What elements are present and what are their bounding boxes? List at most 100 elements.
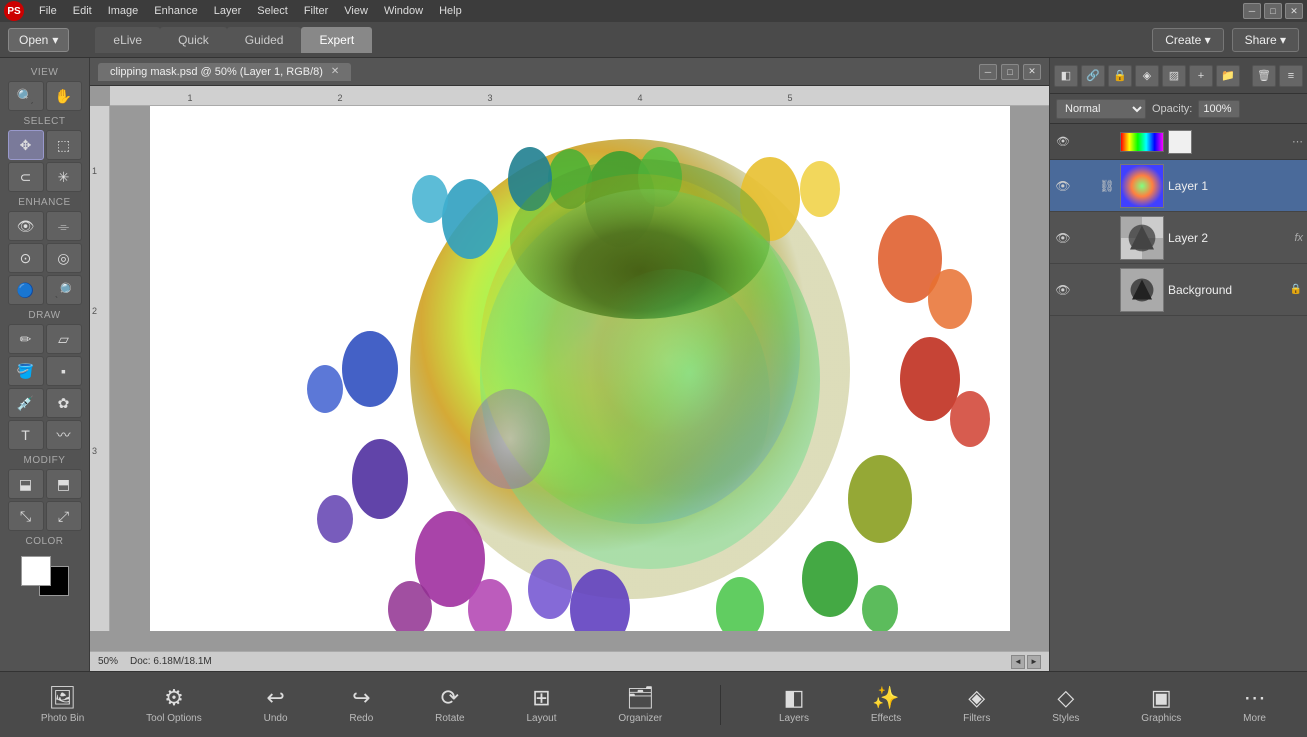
photo-bin-button[interactable]: 🖼 Photo Bin <box>33 681 92 728</box>
styles-button[interactable]: ◇ Styles <box>1044 681 1087 728</box>
draw-tools-row1: ✏ ▱ <box>4 324 85 354</box>
text-tool[interactable]: T <box>8 420 44 450</box>
canvas-viewport[interactable] <box>110 106 1049 631</box>
healing-tool[interactable]: ⌯ <box>46 211 82 241</box>
menu-edit[interactable]: Edit <box>66 3 99 19</box>
maximize-button[interactable]: □ <box>1264 3 1282 19</box>
straighten-tool[interactable]: ⤢ <box>46 501 82 531</box>
more-button[interactable]: ⋯ More <box>1235 681 1274 728</box>
menu-window[interactable]: Window <box>377 3 430 19</box>
color-band-thumbnail <box>1120 132 1164 152</box>
custom-shape-tool[interactable]: ✿ <box>46 388 82 418</box>
layout-button[interactable]: ⊞ Layout <box>518 681 564 728</box>
menu-view[interactable]: View <box>337 3 375 19</box>
tab-guided[interactable]: Guided <box>227 27 302 53</box>
eraser-tool[interactable]: ▱ <box>46 324 82 354</box>
minimize-button[interactable]: ─ <box>1243 3 1261 19</box>
add-mask-button[interactable]: ▨ <box>1162 65 1186 87</box>
tool-options-button[interactable]: ⚙ Tool Options <box>138 681 210 728</box>
color-band-eye[interactable]: 👁 <box>1054 133 1072 151</box>
doc-close-button[interactable]: ✕ <box>1023 64 1041 80</box>
layer-2-visibility[interactable]: 👁 <box>1054 229 1072 247</box>
graphics-label: Graphics <box>1141 713 1181 724</box>
undo-icon: ↩ <box>266 685 284 711</box>
blend-mode-select[interactable]: Normal <box>1056 99 1146 119</box>
opacity-input[interactable] <box>1198 100 1240 118</box>
document-tab[interactable]: clipping mask.psd @ 50% (Layer 1, RGB/8)… <box>98 63 351 81</box>
rotate-button[interactable]: ⟳ Rotate <box>427 681 472 728</box>
new-adj-layer-button[interactable]: ◈ <box>1135 65 1159 87</box>
shape-tool[interactable]: ▪ <box>46 356 82 386</box>
menu-enhance[interactable]: Enhance <box>147 3 204 19</box>
organizer-button[interactable]: 🗂 Organizer <box>610 681 670 728</box>
foreground-color-swatch[interactable] <box>21 556 51 586</box>
redo-icon: ↪ <box>352 685 370 711</box>
view-section-label: VIEW <box>4 64 85 79</box>
horizontal-ruler: 1 2 3 4 5 <box>110 86 1049 106</box>
menu-filter[interactable]: Filter <box>297 3 335 19</box>
create-button[interactable]: Create ▾ <box>1152 28 1223 52</box>
new-layer-button[interactable]: + <box>1189 65 1213 87</box>
blur-tool[interactable]: ◎ <box>46 243 82 273</box>
eyedropper-tool[interactable]: 💉 <box>8 388 44 418</box>
magic-wand-tool[interactable]: ✳ <box>46 162 82 192</box>
sponge-tool[interactable]: 🔵 <box>8 275 44 305</box>
tab-expert[interactable]: Expert <box>301 27 372 53</box>
menu-file[interactable]: File <box>32 3 64 19</box>
menu-select[interactable]: Select <box>250 3 295 19</box>
layer-1-visibility[interactable]: 👁 <box>1054 177 1072 195</box>
layers-panel-button[interactable]: ◧ Layers <box>771 681 817 728</box>
layer-item-2[interactable]: 👁 Layer 2 fx <box>1050 212 1307 264</box>
menu-image[interactable]: Image <box>101 3 146 19</box>
more-options-button[interactable]: ≡ <box>1279 65 1303 87</box>
lock-button[interactable]: 🔒 <box>1108 65 1132 87</box>
undo-button[interactable]: ↩ Undo <box>256 681 296 728</box>
scroll-right-button[interactable]: ► <box>1027 655 1041 669</box>
crop-tool[interactable]: ⬓ <box>8 469 44 499</box>
modify-tools-row1: ⬓ ⬒ <box>4 469 85 499</box>
background-visibility[interactable]: 👁 <box>1054 281 1072 299</box>
color-band-more[interactable]: ⋯ <box>1292 135 1303 148</box>
transform-tool[interactable]: ⬒ <box>46 469 82 499</box>
zoom-tool[interactable]: 🔍 <box>8 81 44 111</box>
delete-layer-button[interactable]: 🗑 <box>1252 65 1276 87</box>
layer-item-1[interactable]: 👁 ⛓ Layer 1 <box>1050 160 1307 212</box>
lasso-tool[interactable]: ⊂ <box>8 162 44 192</box>
smudge-tool[interactable]: 〰 <box>46 420 82 450</box>
marquee-tool[interactable]: ⬚ <box>46 130 82 160</box>
doc-maximize-button[interactable]: □ <box>1001 64 1019 80</box>
doc-minimize-button[interactable]: ─ <box>979 64 997 80</box>
window-controls: ─ □ ✕ <box>1243 3 1303 19</box>
paint-bucket-tool[interactable]: 🪣 <box>8 356 44 386</box>
tab-quick[interactable]: Quick <box>160 27 227 53</box>
recompose-tool[interactable]: ⤡ <box>8 501 44 531</box>
graphics-button[interactable]: ▣ Graphics <box>1133 681 1189 728</box>
more-icon: ⋯ <box>1244 685 1266 711</box>
effects-button[interactable]: ✨ Effects <box>863 681 909 728</box>
menu-layer[interactable]: Layer <box>207 3 249 19</box>
link-layers-button[interactable]: 🔗 <box>1081 65 1105 87</box>
canvas-scroll-area[interactable]: 1 2 3 4 5 1 2 3 <box>90 86 1049 651</box>
tab-elive[interactable]: eLive <box>95 27 160 53</box>
layer-item-background[interactable]: 👁 Background 🔒 <box>1050 264 1307 316</box>
redo-button[interactable]: ↪ Redo <box>341 681 381 728</box>
color-picker-area[interactable] <box>21 556 69 596</box>
close-button[interactable]: ✕ <box>1285 3 1303 19</box>
layers-icon-button[interactable]: ◧ <box>1054 65 1078 87</box>
open-button[interactable]: Open ▾ <box>8 28 69 52</box>
document-close-button[interactable]: ✕ <box>331 66 339 77</box>
red-eye-tool[interactable]: 👁 <box>8 211 44 241</box>
hand-tool[interactable]: ✋ <box>46 81 82 111</box>
clone-tool[interactable]: ⊙ <box>8 243 44 273</box>
move-tool[interactable]: ✥ <box>8 130 44 160</box>
magnify-tool[interactable]: 🔎 <box>46 275 82 305</box>
draw-tools-row4: T 〰 <box>4 420 85 450</box>
right-panel: ◧ 🔗 🔒 ◈ ▨ + 📁 🗑 ≡ Normal Opacity: 👁 <box>1049 58 1307 671</box>
scroll-left-button[interactable]: ◄ <box>1011 655 1025 669</box>
share-button[interactable]: Share ▾ <box>1232 28 1299 52</box>
brush-tool[interactable]: ✏ <box>8 324 44 354</box>
menu-help[interactable]: Help <box>432 3 469 19</box>
new-group-button[interactable]: 📁 <box>1216 65 1240 87</box>
filters-button[interactable]: ◈ Filters <box>955 681 998 728</box>
more-label: More <box>1243 713 1266 724</box>
